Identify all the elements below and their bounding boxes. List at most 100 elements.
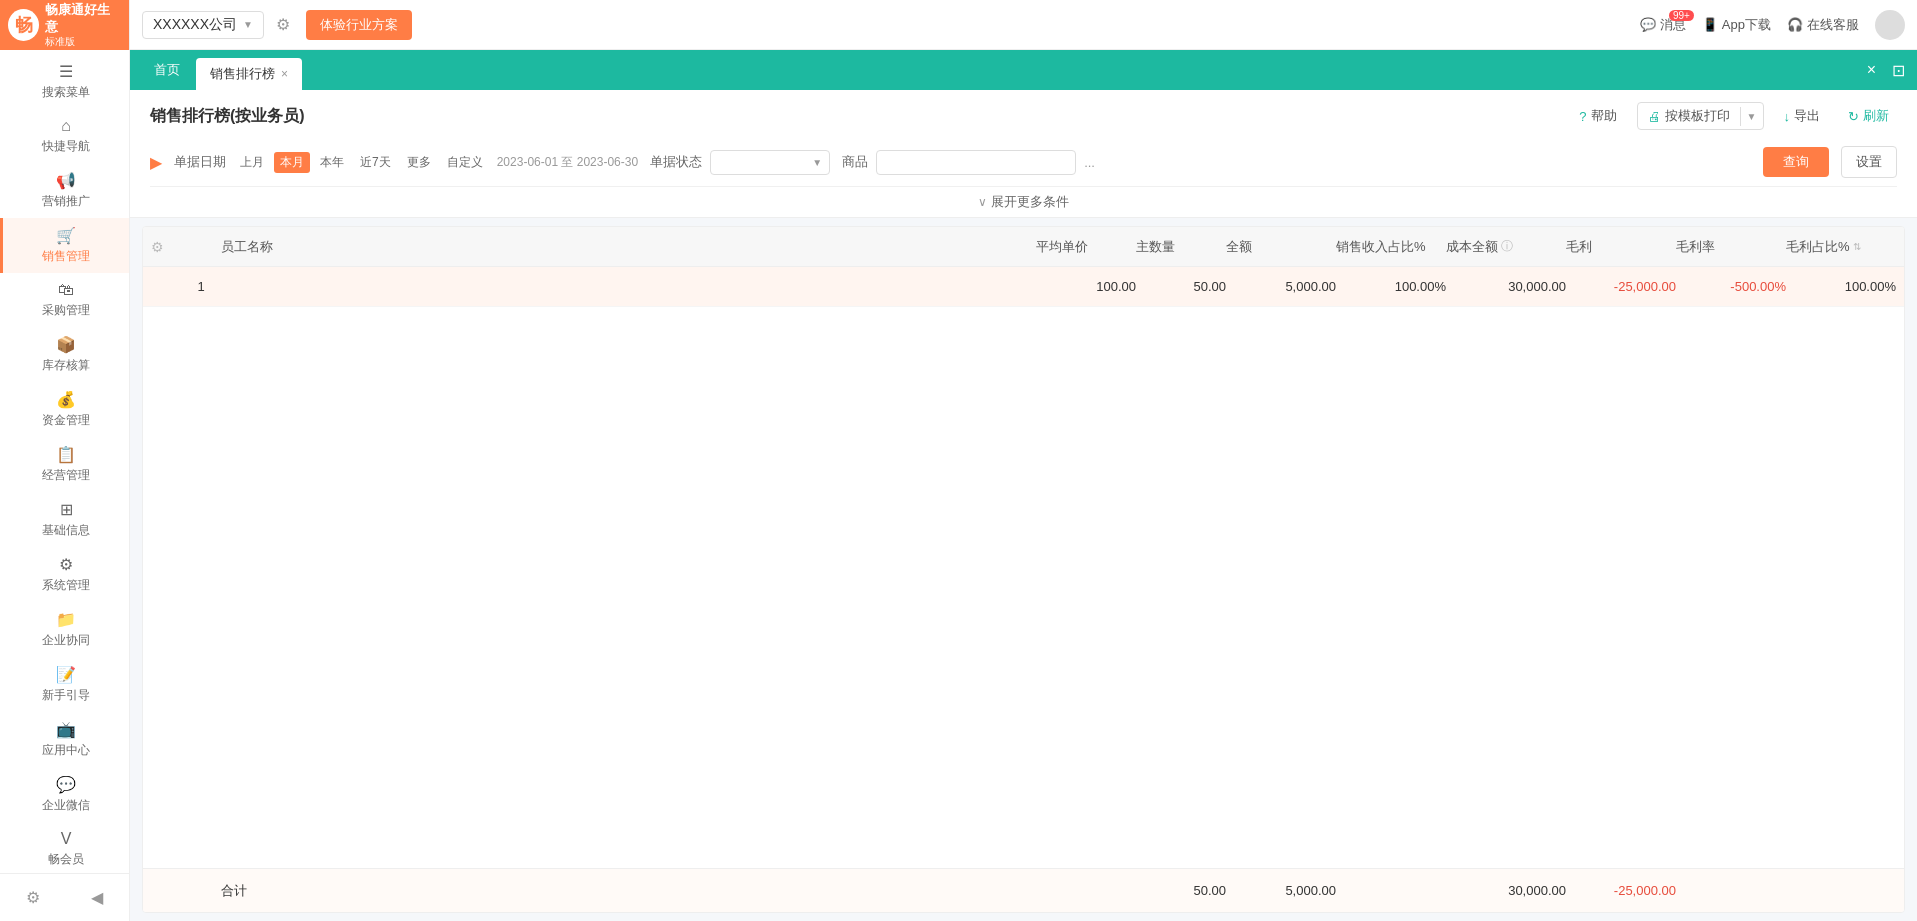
sidebar-nav: ☰ 搜索菜单 ⌂ 快捷导航 📢 营销推广 🛒 销售管理 🛍 采购管理 📦 库存核… (0, 50, 129, 873)
sidebar-item-operations[interactable]: 📋 经营管理 (0, 437, 129, 492)
system-icon: ⚙ (59, 555, 73, 574)
enterprise-icon: 📁 (56, 610, 76, 629)
sidebar-item-label-guide: 新手引导 (42, 687, 90, 704)
trial-button[interactable]: 体验行业方案 (306, 10, 412, 40)
th-qty: 主数量 (1136, 238, 1226, 256)
date-btn-last-month[interactable]: 上月 (234, 152, 270, 173)
expand-more-row: ∨ 展开更多条件 (150, 186, 1897, 217)
sales-icon: 🛒 (56, 226, 76, 245)
sidebar-item-system[interactable]: ⚙ 系统管理 (0, 547, 129, 602)
sidebar-item-label-sales: 销售管理 (42, 248, 90, 265)
tf-total-label: 合计 (221, 882, 1036, 900)
member-icon: V (61, 830, 72, 848)
page-title: 销售排行榜(按业务员) (150, 106, 305, 127)
sidebar-item-quick-nav[interactable]: ⌂ 快捷导航 (0, 109, 129, 163)
expand-arrow-btn[interactable]: ▶ (150, 153, 162, 172)
sidebar-settings-btn[interactable]: ⚙ (22, 884, 44, 911)
print-label: 按模板打印 (1665, 107, 1730, 125)
th-cost: 成本全额 ⓘ (1446, 238, 1566, 256)
tf-amount: 5,000.00 (1226, 883, 1336, 898)
purchase-icon: 🛍 (58, 281, 74, 299)
th-name: 员工名称 (221, 238, 1036, 256)
tab-close-all-btn[interactable]: × (1863, 57, 1880, 83)
profit-pct-sort-icon[interactable]: ⇅ (1853, 241, 1861, 252)
online-support-label: 在线客服 (1807, 16, 1859, 34)
app-download-btn[interactable]: 📱 App下载 (1702, 16, 1771, 34)
goods-more-btn[interactable]: ... (1084, 155, 1095, 170)
goods-input[interactable] (876, 150, 1076, 175)
refresh-label: 刷新 (1863, 107, 1889, 125)
cost-info-icon[interactable]: ⓘ (1501, 238, 1513, 255)
help-btn[interactable]: ? 帮助 (1571, 103, 1624, 129)
company-dropdown-arrow: ▼ (243, 19, 253, 30)
sidebar: 畅 畅康通好生意 标准版 ☰ 搜索菜单 ⌂ 快捷导航 📢 营销推广 🛒 销售管理… (0, 0, 130, 921)
quick-nav-icon: ⌂ (61, 117, 71, 135)
sidebar-logo: 畅 畅康通好生意 标准版 (0, 0, 129, 50)
company-selector[interactable]: XXXXXX公司 ▼ (142, 11, 264, 39)
sidebar-item-sales[interactable]: 🛒 销售管理 (0, 218, 129, 273)
refresh-btn[interactable]: ↻ 刷新 (1840, 103, 1897, 129)
topbar-settings-btn[interactable]: ⚙ (272, 11, 294, 38)
tab-restore-btn[interactable]: ⊡ (1888, 57, 1909, 84)
expand-more-label: 展开更多条件 (991, 193, 1069, 211)
sidebar-item-basic-info[interactable]: ⊞ 基础信息 (0, 492, 129, 547)
sidebar-collapse-btn[interactable]: ◀ (87, 884, 107, 911)
sidebar-item-guide[interactable]: 📝 新手引导 (0, 657, 129, 712)
query-button[interactable]: 查询 (1763, 147, 1829, 177)
wechat-icon: 💬 (56, 775, 76, 794)
td-cost-0: 30,000.00 (1446, 279, 1566, 294)
status-select[interactable] (710, 150, 830, 175)
search-order-icon: ☰ (59, 62, 73, 81)
logo-subtitle: 标准版 (45, 35, 121, 48)
help-label: 帮助 (1591, 107, 1617, 125)
export-btn[interactable]: ↓ 导出 (1776, 103, 1829, 129)
date-btn-more[interactable]: 更多 (401, 152, 437, 173)
sidebar-item-apps[interactable]: 📺 应用中心 (0, 712, 129, 767)
sidebar-item-enterprise[interactable]: 📁 企业协同 (0, 602, 129, 657)
online-support-icon: 🎧 (1787, 17, 1803, 32)
message-badge: 99+ (1669, 10, 1694, 21)
status-select-wrapper: ▼ (710, 150, 830, 175)
sidebar-item-purchase[interactable]: 🛍 采购管理 (0, 273, 129, 327)
sidebar-item-member[interactable]: V 畅会员 (0, 822, 129, 873)
status-filter-group: 单据状态 ▼ (650, 150, 830, 175)
date-btn-this-month[interactable]: 本月 (274, 152, 310, 173)
td-sales-pct-0: 100.00% (1336, 279, 1446, 294)
td-profit-0: -25,000.00 (1566, 279, 1676, 294)
sidebar-item-wechat[interactable]: 💬 企业微信 (0, 767, 129, 822)
print-btn-group: 🖨 按模板打印 ▼ (1637, 102, 1764, 130)
date-btn-custom[interactable]: 自定义 (441, 152, 489, 173)
print-button[interactable]: 🖨 按模板打印 (1638, 103, 1740, 129)
table-settings-icon[interactable]: ⚙ (151, 239, 164, 255)
tab-home[interactable]: 首页 (138, 50, 196, 90)
sidebar-item-label-enterprise: 企业协同 (42, 632, 90, 649)
sidebar-item-marketing[interactable]: 📢 营销推广 (0, 163, 129, 218)
sidebar-item-label-quick: 快捷导航 (42, 138, 90, 155)
th-settings: ⚙ (151, 239, 181, 255)
message-btn[interactable]: 💬 消息 99+ (1640, 16, 1686, 34)
sidebar-item-label-member: 畅会员 (48, 851, 84, 868)
page-actions: ? 帮助 🖨 按模板打印 ▼ ↓ 导出 (1571, 102, 1897, 130)
page-settings-button[interactable]: 设置 (1841, 146, 1897, 178)
td-profit-pct-0: 100.00% (1786, 279, 1896, 294)
sidebar-item-finance[interactable]: 💰 资金管理 (0, 382, 129, 437)
topbar: XXXXXX公司 ▼ ⚙ 体验行业方案 💬 消息 99+ 📱 App下载 🎧 在… (130, 0, 1917, 50)
sidebar-item-label-marketing: 营销推广 (42, 193, 90, 210)
sidebar-item-inventory[interactable]: 📦 库存核算 (0, 327, 129, 382)
marketing-icon: 📢 (56, 171, 76, 190)
apps-icon: 📺 (56, 720, 76, 739)
date-btn-this-year[interactable]: 本年 (314, 152, 350, 173)
date-btn-7days[interactable]: 近7天 (354, 152, 397, 173)
table-row: 1 100.00 50.00 5,000.00 100.00% 30,000.0… (143, 267, 1904, 307)
tab-sales-rank[interactable]: 销售排行榜 × (196, 58, 302, 90)
tab-close-icon[interactable]: × (281, 67, 288, 81)
sidebar-item-label-finance: 资金管理 (42, 412, 90, 429)
tf-profit: -25,000.00 (1566, 883, 1676, 898)
print-dropdown-btn[interactable]: ▼ (1740, 107, 1763, 126)
expand-more-button[interactable]: ∨ 展开更多条件 (978, 193, 1069, 211)
th-profit-label: 毛利 (1566, 238, 1592, 256)
sidebar-item-search-order[interactable]: ☰ 搜索菜单 (0, 54, 129, 109)
online-support-btn[interactable]: 🎧 在线客服 (1787, 16, 1859, 34)
tf-qty: 50.00 (1136, 883, 1226, 898)
user-avatar[interactable] (1875, 10, 1905, 40)
